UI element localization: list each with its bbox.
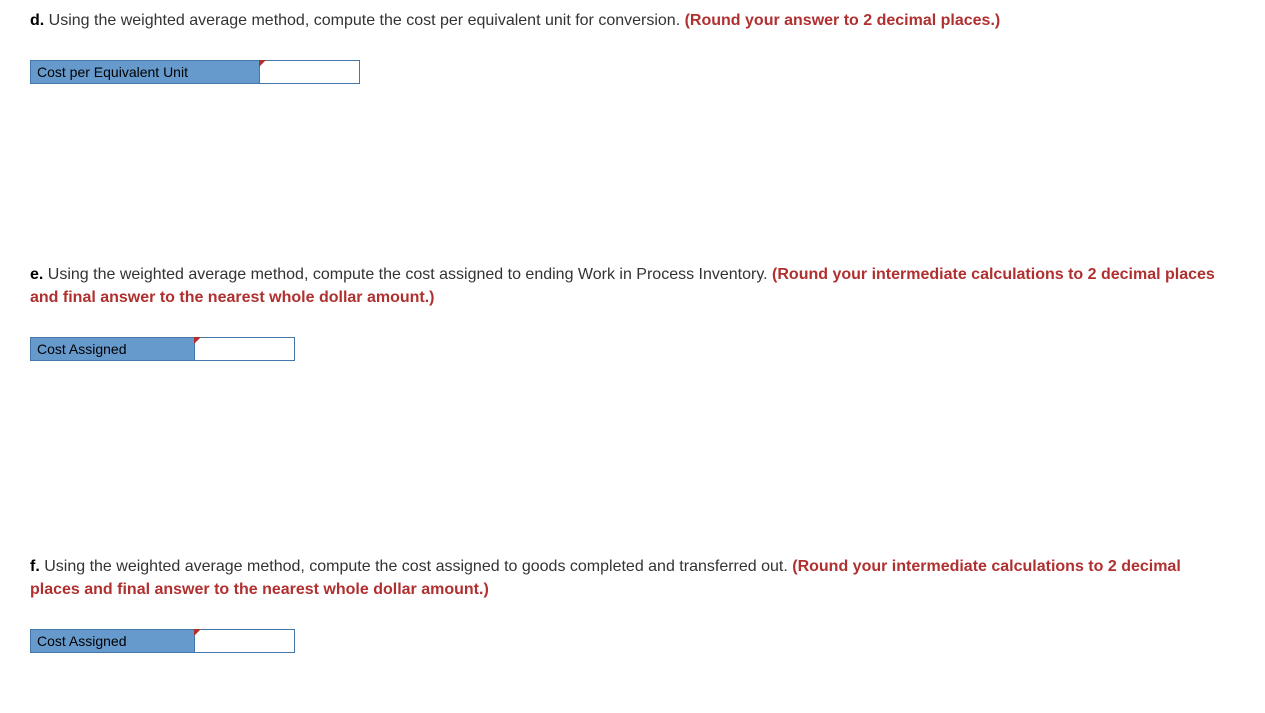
question-d-letter: d.	[30, 12, 44, 29]
question-f-text: f. Using the weighted average method, co…	[30, 556, 1235, 601]
label-cost-assigned-e: Cost Assigned	[30, 337, 195, 361]
question-e-letter: e.	[30, 266, 43, 283]
question-f: f. Using the weighted average method, co…	[30, 556, 1235, 653]
spacer	[30, 134, 1235, 264]
question-d-instruction: (Round your answer to 2 decimal places.)	[685, 12, 1001, 29]
cost-per-equivalent-unit-input[interactable]	[260, 61, 359, 83]
input-cell-d	[260, 60, 360, 84]
question-d: d. Using the weighted average method, co…	[30, 10, 1235, 84]
question-e-body: Using the weighted average method, compu…	[43, 266, 772, 283]
question-f-body: Using the weighted average method, compu…	[40, 558, 792, 575]
label-cost-assigned-f: Cost Assigned	[30, 629, 195, 653]
cost-assigned-wip-input[interactable]	[195, 338, 294, 360]
question-d-text: d. Using the weighted average method, co…	[30, 10, 1235, 32]
question-d-body: Using the weighted average method, compu…	[44, 12, 684, 29]
input-cell-f	[195, 629, 295, 653]
label-f-text: Cost Assigned	[37, 633, 127, 649]
spacer	[30, 411, 1235, 556]
label-d-text: Cost per Equivalent Unit	[37, 64, 188, 80]
label-e-text: Cost Assigned	[37, 341, 127, 357]
cost-assigned-completed-input[interactable]	[195, 630, 294, 652]
question-e: e. Using the weighted average method, co…	[30, 264, 1235, 361]
answer-row-d: Cost per Equivalent Unit	[30, 60, 1235, 84]
question-f-letter: f.	[30, 558, 40, 575]
answer-row-e: Cost Assigned	[30, 337, 1235, 361]
question-e-text: e. Using the weighted average method, co…	[30, 264, 1235, 309]
label-cost-per-equivalent-unit: Cost per Equivalent Unit	[30, 60, 260, 84]
input-cell-e	[195, 337, 295, 361]
answer-row-f: Cost Assigned	[30, 629, 1235, 653]
